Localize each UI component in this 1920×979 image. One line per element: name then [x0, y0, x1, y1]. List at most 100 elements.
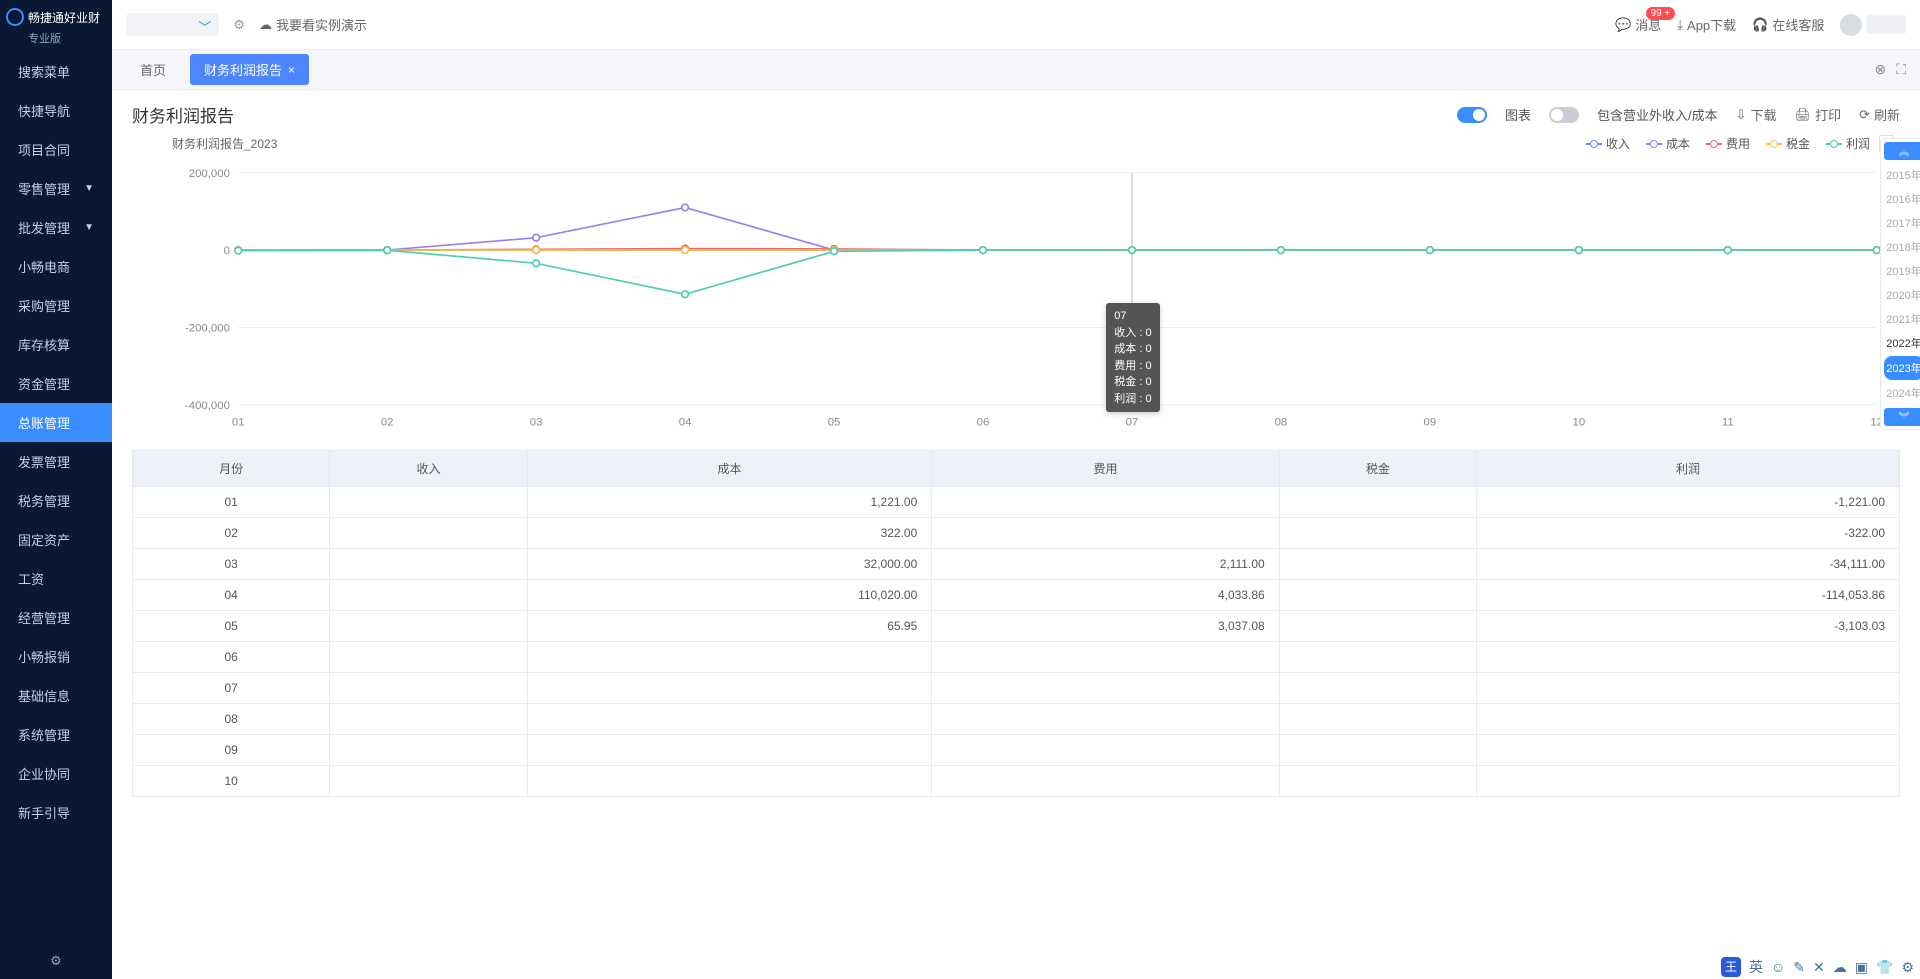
- ime-icon[interactable]: 👕: [1876, 959, 1893, 976]
- sidebar-item[interactable]: 税务管理: [0, 481, 112, 520]
- table-header: 费用: [932, 451, 1279, 487]
- sidebar-item[interactable]: 总账管理: [0, 403, 112, 442]
- ime-main-icon[interactable]: 王: [1721, 957, 1741, 977]
- sidebar-item[interactable]: 工资: [0, 559, 112, 598]
- chart-svg[interactable]: 200,0000-200,000-400,0000102030405060708…: [132, 154, 1900, 434]
- print-button[interactable]: 🖨打印: [1795, 105, 1842, 124]
- ime-icon[interactable]: ▣: [1855, 959, 1868, 976]
- close-icon[interactable]: ×: [288, 63, 295, 77]
- sidebar-item[interactable]: 资金管理: [0, 364, 112, 403]
- chart-legend: .lg-mark[style*='#5b8ff9']::after{border…: [1586, 135, 1870, 152]
- table-row: 011,221.00-1,221.00: [133, 487, 1900, 518]
- table-row: 04110,020.004,033.86-114,053.86: [133, 580, 1900, 611]
- brand-text: 畅捷通好业财: [28, 9, 100, 26]
- download-button[interactable]: ⇩下载: [1736, 105, 1777, 124]
- svg-text:07: 07: [1126, 417, 1139, 429]
- year-option[interactable]: 2019年: [1881, 259, 1920, 283]
- customer-service-button[interactable]: 🎧 在线客服: [1752, 15, 1824, 34]
- year-option[interactable]: 2024年: [1881, 381, 1920, 405]
- ime-lang[interactable]: 英: [1749, 957, 1763, 977]
- legend-item[interactable]: .lg-mark[style*='#5b8ff9']::after{border…: [1586, 135, 1630, 152]
- page-title: 财务利润报告: [132, 102, 234, 127]
- ime-icon[interactable]: ✕: [1813, 959, 1825, 976]
- year-option[interactable]: 2020年: [1881, 283, 1920, 307]
- org-selector[interactable]: ﹀: [126, 13, 219, 36]
- sidebar-item[interactable]: 企业协同: [0, 754, 112, 793]
- sidebar-item[interactable]: 系统管理: [0, 715, 112, 754]
- fullscreen-icon[interactable]: ⛶: [1896, 61, 1906, 78]
- chart-toggle[interactable]: [1457, 107, 1487, 123]
- legend-item[interactable]: .lg-mark[style*='#f6c243']::after{border…: [1766, 135, 1810, 152]
- ime-icon[interactable]: ✎: [1793, 959, 1805, 976]
- svg-text:01: 01: [232, 417, 245, 429]
- messages-button[interactable]: 💬 消息 99 +: [1615, 15, 1661, 34]
- sidebar-item[interactable]: 小畅电商: [0, 247, 112, 286]
- sidebar-item[interactable]: 发票管理: [0, 442, 112, 481]
- svg-text:10: 10: [1572, 417, 1585, 429]
- year-option[interactable]: 2015年: [1881, 163, 1920, 187]
- svg-text:02: 02: [381, 417, 394, 429]
- sidebar-item[interactable]: 固定资产: [0, 520, 112, 559]
- sidebar-item[interactable]: 零售管理▼: [0, 169, 112, 208]
- legend-item[interactable]: .lg-mark[style*='#e86b72']::after{border…: [1706, 135, 1750, 152]
- sidebar: 畅捷通好业财 专业版 搜索菜单快捷导航项目合同零售管理▼批发管理▼小畅电商采购管…: [0, 0, 112, 979]
- table-header: 利润: [1477, 451, 1900, 487]
- svg-text:03: 03: [530, 417, 543, 429]
- year-up-button[interactable]: ︽: [1884, 142, 1920, 160]
- sidebar-item[interactable]: 小畅报销: [0, 637, 112, 676]
- table-row: 02322.00-322.00: [133, 518, 1900, 549]
- year-option[interactable]: 2016年: [1881, 187, 1920, 211]
- legend-item[interactable]: .lg-mark[style*='#4ecbb4']::after{border…: [1826, 135, 1870, 152]
- year-down-button[interactable]: ︾: [1884, 408, 1920, 426]
- sidebar-item[interactable]: 项目合同: [0, 130, 112, 169]
- tabs-close-all-icon[interactable]: ⊗: [1874, 61, 1886, 78]
- ime-bar: 王 英 ☺ ✎ ✕ ☁ ▣ 👕 ⚙: [1721, 957, 1914, 977]
- year-option[interactable]: 2018年: [1881, 235, 1920, 259]
- svg-text:05: 05: [828, 417, 841, 429]
- tab-financial-profit-report[interactable]: 财务利润报告 ×: [190, 54, 309, 85]
- brand-logo: 畅捷通好业财: [0, 0, 112, 34]
- data-table: 月份收入成本费用税金利润011,221.00-1,221.0002322.00-…: [132, 450, 1900, 797]
- ime-icon[interactable]: ⚙: [1901, 959, 1914, 976]
- user-menu[interactable]: [1840, 14, 1906, 36]
- tab-home[interactable]: 首页: [126, 54, 180, 85]
- refresh-icon: ⟳: [1859, 107, 1870, 123]
- sidebar-item[interactable]: 新手引导: [0, 793, 112, 832]
- ime-icon[interactable]: ☁: [1833, 959, 1847, 976]
- chat-icon: 💬: [1615, 17, 1631, 33]
- svg-text:-200,000: -200,000: [185, 323, 230, 335]
- cloud-icon: ☁: [259, 17, 272, 33]
- svg-text:0: 0: [224, 245, 230, 257]
- table-header: 收入: [330, 451, 527, 487]
- app-download-button[interactable]: ⤓ App下载: [1677, 15, 1736, 34]
- svg-text:200,000: 200,000: [189, 168, 230, 180]
- sidebar-item[interactable]: 批发管理▼: [0, 208, 112, 247]
- ime-icon[interactable]: ☺: [1771, 959, 1785, 975]
- sidebar-menu: 搜索菜单快捷导航项目合同零售管理▼批发管理▼小畅电商采购管理库存核算资金管理总账…: [0, 52, 112, 943]
- year-option[interactable]: 2023年: [1884, 356, 1920, 380]
- topbar: ﹀ ⚙ ☁ 我要看实例演示 💬 消息 99 + ⤓ App下载 🎧: [112, 0, 1920, 50]
- demo-link[interactable]: ☁ 我要看实例演示: [259, 15, 367, 34]
- sidebar-item[interactable]: 采购管理: [0, 286, 112, 325]
- headset-icon: 🎧: [1752, 17, 1768, 33]
- sidebar-item[interactable]: 库存核算: [0, 325, 112, 364]
- sidebar-item[interactable]: 搜索菜单: [0, 52, 112, 91]
- table-row: 0565.953,037.08-3,103.03: [133, 611, 1900, 642]
- year-option[interactable]: 2017年: [1881, 211, 1920, 235]
- table-row: 09: [133, 735, 1900, 766]
- svg-text:09: 09: [1424, 417, 1437, 429]
- sidebar-item[interactable]: 基础信息: [0, 676, 112, 715]
- legend-item[interactable]: .lg-mark[style*='#9b7ef2']::after{border…: [1646, 135, 1690, 152]
- sidebar-item[interactable]: 快捷导航: [0, 91, 112, 130]
- year-option[interactable]: 2022年: [1881, 331, 1920, 355]
- gear-icon[interactable]: ⚙: [233, 17, 245, 33]
- year-selector: ︽ 2015年2016年2017年2018年2019年2020年2021年202…: [1880, 138, 1920, 430]
- refresh-button[interactable]: ⟳刷新: [1859, 105, 1900, 124]
- svg-text:04: 04: [679, 417, 692, 429]
- include-external-toggle[interactable]: [1549, 107, 1579, 123]
- year-option[interactable]: 2021年: [1881, 307, 1920, 331]
- table-row: 08: [133, 704, 1900, 735]
- sidebar-item[interactable]: 经营管理: [0, 598, 112, 637]
- avatar-icon: [1840, 14, 1862, 36]
- sidebar-settings[interactable]: ⚙: [0, 943, 112, 979]
